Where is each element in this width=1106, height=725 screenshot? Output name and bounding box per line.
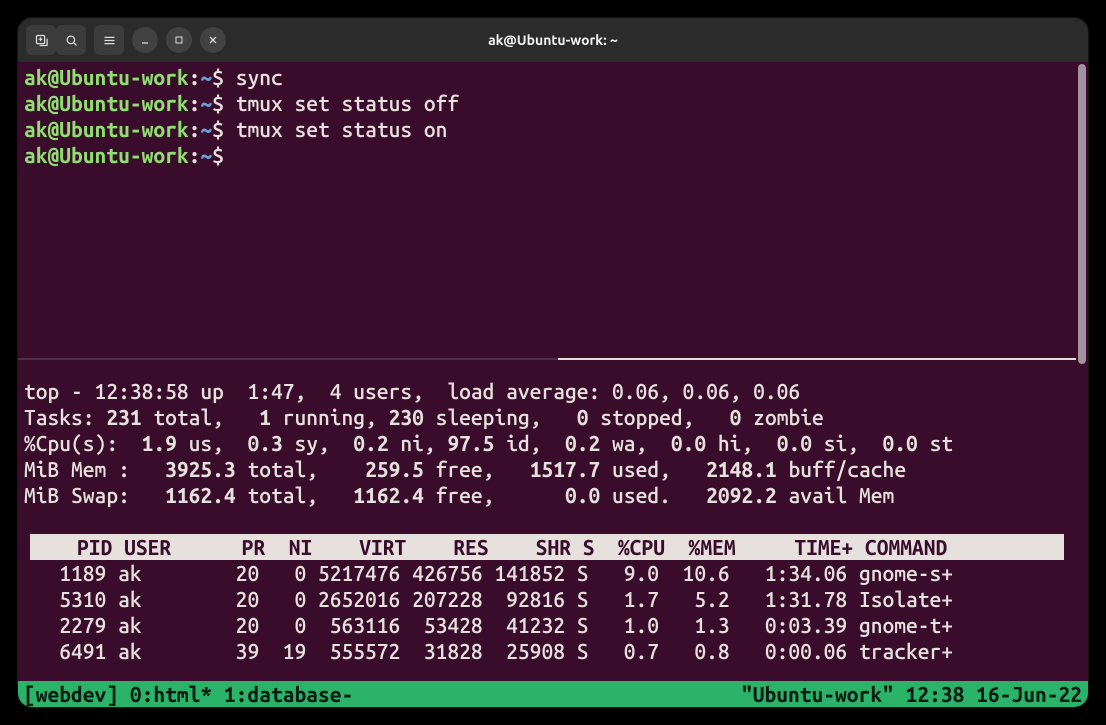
shell-line: ak@Ubuntu-work:~$ sync — [24, 64, 1076, 90]
process-row: 5310 ak 20 0 2652016 207228 92816 S 1.7 … — [24, 586, 1076, 612]
shell-line: ak@Ubuntu-work:~$ tmux set status off — [24, 90, 1076, 116]
titlebar: ak@Ubuntu-work: ~ — [18, 18, 1088, 62]
status-left: [webdev] 0:html* 1:database- — [24, 681, 353, 707]
process-row: 1189 ak 20 0 5217476 426756 141852 S 9.0… — [24, 560, 1076, 586]
maximize-button[interactable] — [166, 27, 192, 53]
scrollbar[interactable] — [1078, 64, 1086, 364]
shell-line: ak@Ubuntu-work:~$ tmux set status on — [24, 116, 1076, 142]
status-right: "Ubuntu-work" 12:38 16-Jun-22 — [741, 681, 1082, 707]
menu-button[interactable] — [94, 25, 124, 55]
terminal-window: ak@Ubuntu-work: ~ ak@Ubuntu-work:~$ sync… — [18, 18, 1088, 707]
top-columns: PID USER PR NI VIRT RES SHR S %CPU %MEM … — [30, 534, 1064, 560]
process-row: 2279 ak 20 0 563116 53428 41232 S 1.0 1.… — [24, 612, 1076, 638]
tmux-status-bar: [webdev] 0:html* 1:database- "Ubuntu-wor… — [18, 681, 1088, 707]
top-uptime: top - 12:38:58 up 1:47, 4 users, load av… — [24, 378, 1076, 404]
search-button[interactable] — [56, 25, 86, 55]
pane-border-inactive — [18, 358, 558, 360]
new-tab-button[interactable] — [26, 25, 56, 55]
process-row: 6491 ak 39 19 555572 31828 25908 S 0.7 0… — [24, 638, 1076, 664]
minimize-button[interactable] — [132, 27, 158, 53]
pane-border-active — [558, 358, 1076, 360]
top-swap: MiB Swap: 1162.4 total, 1162.4 free, 0.0… — [24, 482, 1076, 508]
shell-line: ak@Ubuntu-work:~$ — [24, 142, 1076, 168]
top-cpu: %Cpu(s): 1.9 us, 0.3 sy, 0.2 ni, 97.5 id… — [24, 430, 1076, 456]
terminal-body[interactable]: ak@Ubuntu-work:~$ syncak@Ubuntu-work:~$ … — [18, 62, 1088, 707]
top-mem: MiB Mem : 3925.3 total, 259.5 free, 1517… — [24, 456, 1076, 482]
close-button[interactable] — [200, 27, 226, 53]
top-tasks: Tasks: 231 total, 1 running, 230 sleepin… — [24, 404, 1076, 430]
